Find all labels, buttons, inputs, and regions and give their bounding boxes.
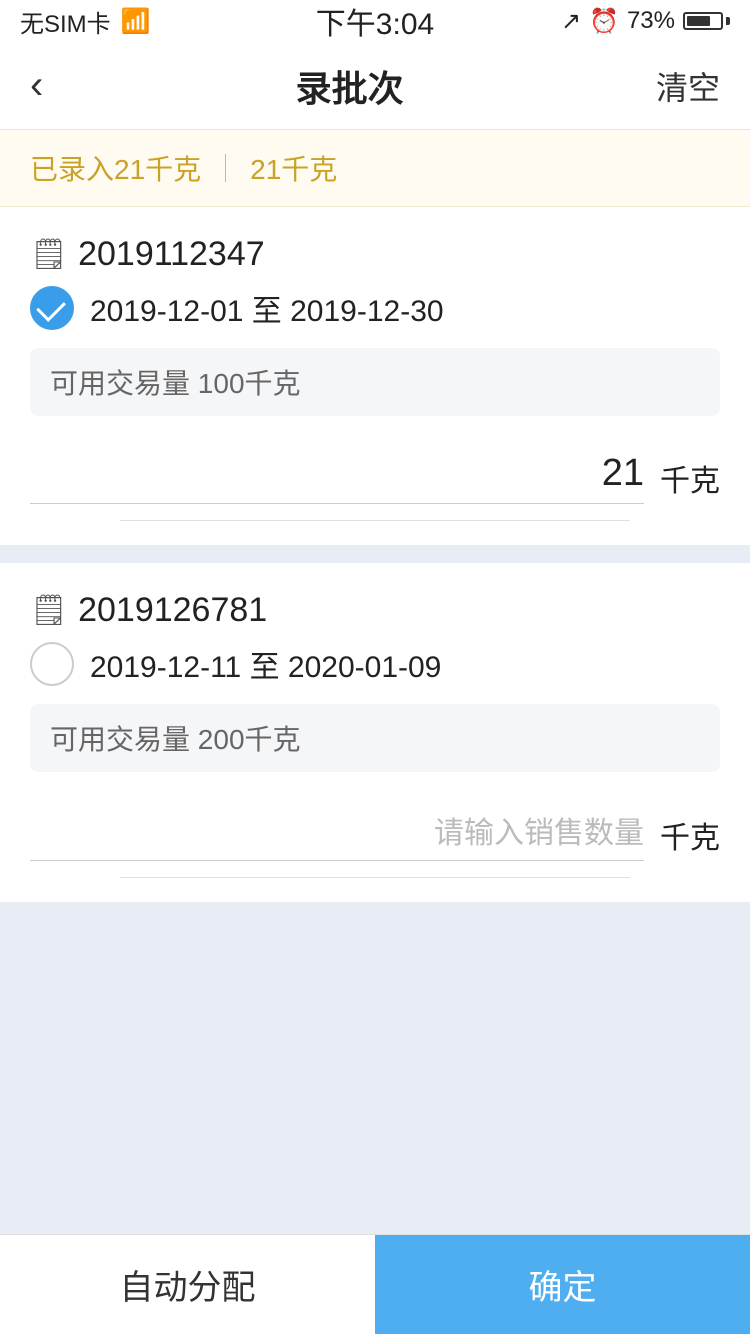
batch-card-2: 🗒 2019126781 2019-12-11 至 2020-01-09 可用交… — [0, 563, 750, 902]
batch-1-bottom-space — [0, 521, 750, 545]
batch-1-unit: 千克 — [660, 456, 720, 500]
batch-2-placeholder[interactable]: 请输入销售数量 — [434, 808, 644, 852]
batch-2-quantity-row: 可用交易量 200千克 — [30, 704, 720, 772]
bottom-bar: 自动分配 确定 — [0, 1234, 750, 1334]
batch-1-date: 2019-12-01 至 2019-12-30 — [90, 286, 444, 330]
gray-area — [0, 922, 750, 1282]
confirm-button[interactable]: 确定 — [375, 1235, 750, 1334]
gray-section-top — [0, 902, 750, 922]
batch-2-doc-icon: 🗒 — [30, 593, 68, 628]
status-left: 无SIM卡 📶 — [20, 4, 151, 39]
batch-1-quantity-text: 可用交易量 100千克 — [50, 368, 301, 399]
batch-1-header: 🗒 2019112347 — [0, 207, 750, 286]
back-button[interactable]: ‹ — [30, 63, 43, 108]
batch-2-date: 2019-12-11 至 2020-01-09 — [90, 642, 441, 686]
section-divider — [0, 545, 750, 563]
battery-icon — [683, 12, 730, 30]
nav-bar: ‹ 录批次 清空 — [0, 42, 750, 130]
recorded-label: 已录入21千克 — [30, 148, 201, 188]
auto-distribute-button[interactable]: 自动分配 — [0, 1235, 375, 1334]
batch-1-doc-icon: 🗒 — [30, 237, 68, 272]
batch-1-quantity-row: 可用交易量 100千克 — [30, 348, 720, 416]
batch-1-input-wrapper: 21 — [30, 452, 644, 504]
status-right: ↗ ⏰ 73% — [561, 7, 730, 36]
banner-divider — [225, 154, 226, 182]
batch-2-bottom-space — [0, 878, 750, 902]
batch-2-unit: 千克 — [660, 813, 720, 857]
batch-2-header: 🗒 2019126781 — [0, 563, 750, 642]
batch-2-input-wrapper: 请输入销售数量 — [30, 808, 644, 861]
info-banner: 已录入21千克 21千克 — [0, 130, 750, 207]
batch-2-input-row: 请输入销售数量 千克 — [0, 792, 750, 861]
batch-2-number: 2019126781 — [78, 591, 267, 630]
batch-2-date-row[interactable]: 2019-12-11 至 2020-01-09 — [0, 642, 750, 704]
batch-1-amount-row: 21 千克 — [0, 436, 750, 504]
clear-button[interactable]: 清空 — [656, 63, 720, 109]
alarm-icon: ⏰ — [589, 7, 619, 36]
location-icon: ↗ — [561, 7, 581, 36]
batch-card-1: 🗒 2019112347 2019-12-01 至 2019-12-30 可用交… — [0, 207, 750, 545]
wifi-icon: 📶 — [121, 7, 151, 36]
page-title: 录批次 — [296, 60, 404, 112]
carrier-text: 无SIM卡 — [20, 4, 111, 39]
batch-2-radio[interactable] — [30, 642, 74, 686]
status-bar: 无SIM卡 📶 下午3:04 ↗ ⏰ 73% — [0, 0, 750, 42]
batch-1-date-row[interactable]: 2019-12-01 至 2019-12-30 — [0, 286, 750, 348]
batch-2-quantity-text: 可用交易量 200千克 — [50, 724, 301, 755]
total-label: 21千克 — [250, 148, 337, 188]
batch-1-amount-value[interactable]: 21 — [602, 452, 644, 495]
batch-1-radio[interactable] — [30, 286, 74, 330]
battery-percent: 73% — [627, 7, 675, 35]
status-time: 下午3:04 — [316, 0, 434, 43]
batch-1-number: 2019112347 — [78, 235, 265, 274]
